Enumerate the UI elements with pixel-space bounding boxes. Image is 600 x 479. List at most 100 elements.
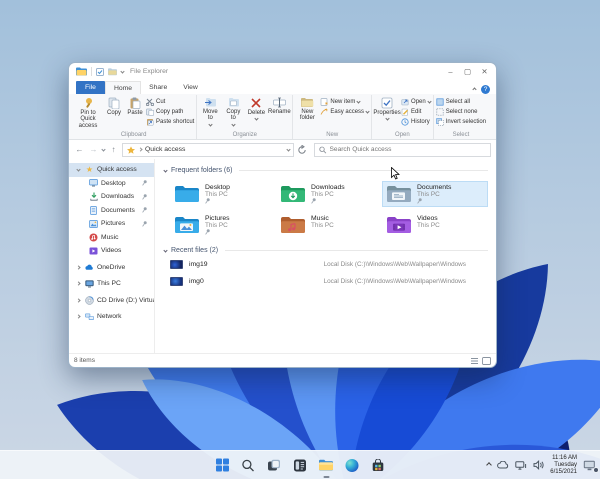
sidebar-item-music[interactable]: Music	[69, 231, 154, 245]
sidebar-item-pictures[interactable]: Pictures	[69, 217, 154, 231]
maximize-button[interactable]: ▢	[460, 65, 475, 78]
select-none-button[interactable]: Select none	[436, 107, 486, 116]
tile-music[interactable]: Music This PC	[276, 212, 382, 238]
chevron-right-icon[interactable]	[75, 265, 81, 270]
close-button[interactable]: ✕	[477, 65, 492, 78]
network-tray-icon[interactable]	[515, 460, 527, 470]
chevron-down-icon[interactable]	[163, 248, 168, 253]
content-pane: Frequent folders (6) Desktop This PC Dow…	[155, 159, 496, 353]
invert-selection-button[interactable]: Invert selection	[436, 117, 486, 126]
tab-view[interactable]: View	[175, 81, 206, 94]
sidebar-item-onedrive[interactable]: OneDrive	[69, 261, 154, 275]
frequent-folders-header[interactable]: Frequent folders (6)	[163, 165, 488, 176]
chevron-right-icon[interactable]	[75, 298, 81, 303]
tile-downloads[interactable]: Downloads This PC	[276, 181, 382, 207]
delete-button[interactable]: Delete	[245, 96, 267, 121]
chevron-down-icon[interactable]	[75, 167, 81, 172]
details-view-icon[interactable]	[470, 357, 479, 365]
pin-to-quick-access-button[interactable]: Pin to Quick access	[73, 96, 103, 130]
thumbnail-view-icon[interactable]	[482, 356, 491, 365]
recent-files-header[interactable]: Recent files (2)	[163, 245, 488, 256]
sidebar-item-videos[interactable]: Videos	[69, 244, 154, 258]
back-button[interactable]: ←	[74, 143, 85, 156]
edit-button[interactable]: Edit	[401, 107, 431, 116]
ribbon: Pin to Quick access Copy Paste Cut Copy …	[69, 94, 496, 140]
file-path: Local Disk (C:)\Windows\Web\Wallpaper\Wi…	[323, 278, 466, 285]
sidebar-item-desktop[interactable]: Desktop	[69, 177, 154, 191]
up-button[interactable]: ↑	[108, 143, 119, 156]
minimize-button[interactable]: –	[443, 65, 458, 78]
folder-icon	[76, 67, 87, 76]
search-input[interactable]	[329, 146, 486, 153]
search-box[interactable]	[314, 142, 491, 157]
forward-button[interactable]: →	[88, 143, 99, 156]
title-bar[interactable]: File Explorer – ▢ ✕	[69, 63, 496, 80]
address-dropdown-icon[interactable]	[286, 147, 291, 152]
sidebar-item-this-pc[interactable]: This PC	[69, 277, 154, 291]
help-icon[interactable]: ?	[481, 85, 490, 94]
breadcrumb-separator-icon	[138, 147, 143, 152]
notification-icon[interactable]	[583, 460, 599, 473]
tile-pictures[interactable]: Pictures This PC	[170, 212, 276, 238]
rename-button[interactable]: Rename	[268, 96, 291, 116]
chevron-right-icon[interactable]	[75, 281, 81, 286]
paste-shortcut-icon	[147, 118, 154, 125]
tile-name: Videos	[417, 215, 438, 222]
copy-to-button[interactable]: Copy to	[222, 96, 244, 127]
task-view-button[interactable]	[266, 457, 283, 474]
properties-button[interactable]: Properties	[373, 96, 401, 121]
start-button[interactable]	[214, 457, 231, 474]
group-label-select: Select	[452, 132, 470, 138]
select-all-button[interactable]: Select all	[436, 97, 486, 106]
open-icon	[401, 98, 409, 105]
sidebar-item-network[interactable]: Network	[69, 310, 154, 324]
chevron-down-icon[interactable]	[163, 168, 168, 173]
new-folder-button[interactable]: New folder	[295, 96, 319, 123]
recent-file-row[interactable]: img19 Local Disk (C:)\Windows\Web\Wallpa…	[170, 256, 488, 273]
copy-path-button[interactable]: Copy path	[146, 107, 194, 116]
tab-file[interactable]: File	[76, 81, 105, 94]
widgets-button[interactable]	[292, 457, 309, 474]
refresh-icon[interactable]	[297, 144, 307, 155]
copy-button[interactable]: Copy	[104, 96, 124, 117]
easy-access-button[interactable]: Easy access	[320, 107, 370, 116]
tab-share[interactable]: Share	[141, 81, 175, 94]
paste-shortcut-button[interactable]: Paste shortcut	[146, 117, 194, 126]
recent-file-row[interactable]: img0 Local Disk (C:)\Windows\Web\Wallpap…	[170, 273, 488, 290]
edge-button[interactable]	[344, 457, 361, 474]
open-button[interactable]: Open	[401, 97, 432, 106]
easy-access-icon	[320, 108, 328, 115]
tile-desktop[interactable]: Desktop This PC	[170, 181, 276, 207]
recent-locations-icon[interactable]	[101, 147, 106, 152]
sidebar-item-documents[interactable]: Documents	[69, 204, 154, 218]
onedrive-tray-icon[interactable]	[497, 461, 509, 469]
tile-videos[interactable]: Videos This PC	[382, 212, 488, 238]
breadcrumb[interactable]: Quick access	[145, 146, 185, 153]
folder-icon	[281, 217, 305, 233]
sidebar-item-downloads[interactable]: Downloads	[69, 190, 154, 204]
collapse-ribbon-icon[interactable]	[472, 87, 477, 92]
store-button[interactable]	[370, 457, 387, 474]
qat-dropdown-icon[interactable]	[120, 69, 125, 74]
ribbon-group-organize: Move to Copy to Delete Rename Organize	[197, 95, 294, 139]
sidebar-item-cd-drive[interactable]: CD Drive (D:) Virtual	[69, 294, 154, 308]
hidden-icons-chevron[interactable]	[486, 462, 493, 468]
properties-qat-icon[interactable]	[96, 67, 104, 76]
paste-button[interactable]: Paste	[125, 96, 145, 117]
chevron-right-icon[interactable]	[75, 314, 81, 319]
new-item-button[interactable]: New item	[320, 97, 369, 106]
sidebar-item-quick-access[interactable]: ★ Quick access	[69, 163, 154, 177]
tile-location: This PC	[205, 191, 228, 198]
history-button[interactable]: History	[401, 117, 431, 126]
tab-home[interactable]: Home	[104, 81, 142, 94]
taskbar-clock[interactable]: 11:16 AM Tuesday 6/15/2021	[550, 455, 577, 476]
address-bar[interactable]: Quick access	[122, 142, 294, 157]
file-explorer-button[interactable]	[318, 457, 335, 478]
volume-tray-icon[interactable]	[533, 460, 544, 470]
cut-button[interactable]: Cut	[146, 97, 194, 106]
move-to-button[interactable]: Move to	[199, 96, 221, 127]
folder-icon	[175, 217, 199, 233]
new-folder-qat-icon[interactable]	[108, 67, 117, 76]
search-button[interactable]	[240, 457, 257, 474]
pin-icon	[417, 198, 422, 204]
